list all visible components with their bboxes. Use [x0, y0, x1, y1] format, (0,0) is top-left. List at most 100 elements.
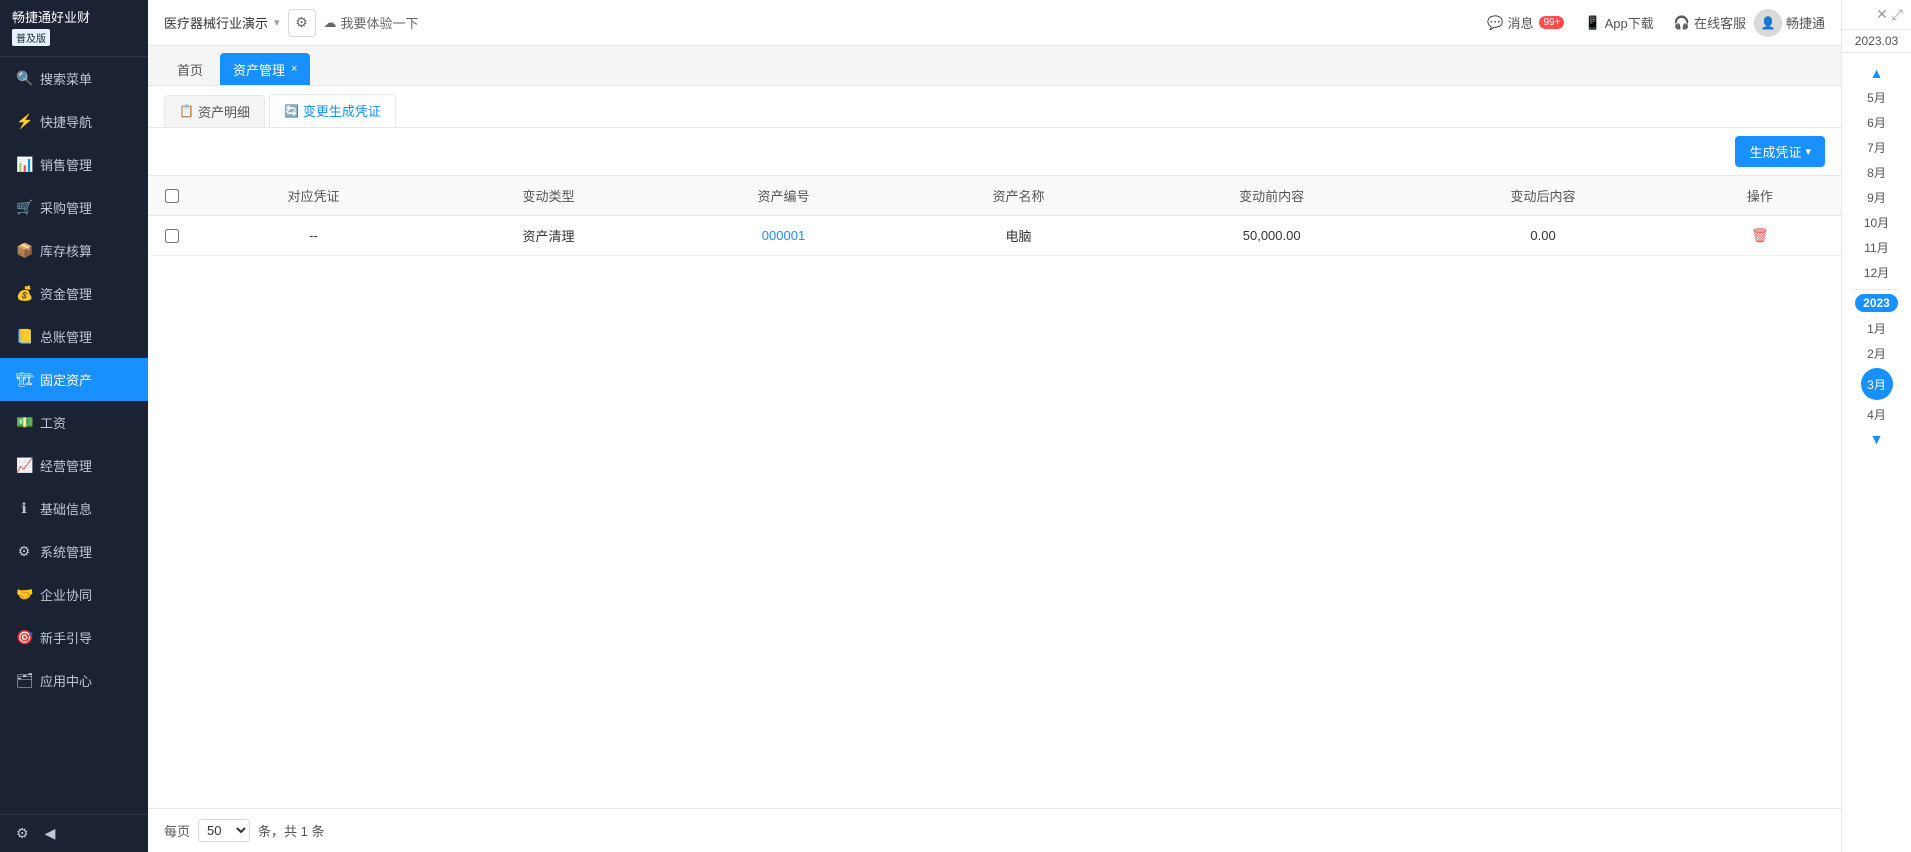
- customer-service-action[interactable]: 🎧 在线客服: [1674, 13, 1746, 32]
- sales-icon: 📊: [16, 156, 32, 173]
- year-badge-container: 2023: [1846, 294, 1907, 312]
- sidebar-item-guide[interactable]: 🎯 新手引导: [0, 616, 148, 659]
- sidebar-item-appstore[interactable]: 🗂 应用中心: [0, 659, 148, 702]
- sidebar-item-collab[interactable]: 🤝 企业协同: [0, 573, 148, 616]
- finance-icon: 💰: [16, 285, 32, 302]
- gear-icon: ⚙: [295, 14, 308, 31]
- appstore-icon: 🗂: [16, 672, 32, 689]
- ledger-icon: 📒: [16, 328, 32, 345]
- timeline-month-9[interactable]: 9月: [1846, 185, 1907, 210]
- page-content: 📋 资产明细 🔄 变更生成凭证 生成凭证 ▾: [148, 86, 1841, 852]
- app-name: 畅捷通好业财: [12, 10, 90, 27]
- row-after: 0.00: [1407, 216, 1678, 256]
- purchase-icon: 🛒: [16, 199, 32, 216]
- topnav-actions: 💬 消息 99+ 📱 App下载 🎧 在线客服: [1487, 13, 1746, 32]
- settings-bottom-icon[interactable]: ⚙: [16, 825, 29, 842]
- sidebar-item-sales[interactable]: 📊 销售管理: [0, 143, 148, 186]
- sidebar-item-system[interactable]: ⚙ 系统管理: [0, 530, 148, 573]
- payroll-icon: 💵: [16, 414, 32, 431]
- total-label: 条，共 1 条: [258, 821, 324, 840]
- timeline-month-2[interactable]: 2月: [1846, 341, 1907, 366]
- basicinfo-icon: ℹ: [16, 500, 32, 517]
- message-action[interactable]: 💬 消息 99+: [1487, 13, 1564, 32]
- timeline-nav-up[interactable]: ▲: [1846, 61, 1907, 85]
- year-badge[interactable]: 2023: [1855, 294, 1898, 312]
- content-toolbar: 生成凭证 ▾: [148, 128, 1841, 176]
- timeline-month-6[interactable]: 6月: [1846, 110, 1907, 135]
- company-selector[interactable]: 医疗器械行业演示 ▾: [164, 13, 280, 32]
- tab-asset-mgmt[interactable]: 资产管理 ×: [220, 53, 310, 85]
- sidebar-item-purchase[interactable]: 🛒 采购管理: [0, 186, 148, 229]
- generate-voucher-button[interactable]: 生成凭证 ▾: [1735, 136, 1825, 167]
- timeline-month-11[interactable]: 11月: [1846, 235, 1907, 260]
- col-after: 变动后内容: [1407, 176, 1678, 216]
- sidebar-item-payroll[interactable]: 💵 工资: [0, 401, 148, 444]
- sidebar-item-fixedassets[interactable]: 🏗 固定资产: [0, 358, 148, 401]
- change-icon: 🔄: [284, 104, 299, 118]
- sidebar-item-search[interactable]: 🔍 搜索菜单: [0, 57, 148, 100]
- sidebar-item-inventory[interactable]: 📦 库存核算: [0, 229, 148, 272]
- headset-icon: 🎧: [1674, 15, 1690, 31]
- timeline-month-5[interactable]: 5月: [1846, 85, 1907, 110]
- collab-icon: 🤝: [16, 586, 32, 603]
- tab-close-icon[interactable]: ×: [291, 63, 297, 75]
- sidebar-item-ledger[interactable]: 📒 总账管理: [0, 315, 148, 358]
- asset-table: 对应凭证 变动类型 资产编号 资产名称 变动前内容 变动后内容 操作: [148, 176, 1841, 256]
- guide-icon: 🎯: [16, 629, 32, 646]
- col-change-type: 变动类型: [431, 176, 666, 216]
- content-tabs: 📋 资产明细 🔄 变更生成凭证: [148, 86, 1841, 128]
- sidebar-bottom: ⚙ ◀: [0, 814, 148, 852]
- delete-icon[interactable]: 🗑: [1751, 227, 1769, 243]
- search-icon: 🔍: [16, 70, 32, 87]
- row-asset-no[interactable]: 000001: [666, 216, 901, 256]
- sidebar-item-operations[interactable]: 📈 经营管理: [0, 444, 148, 487]
- tab-asset-list[interactable]: 📋 资产明细: [164, 95, 265, 127]
- row-asset-name: 电脑: [901, 216, 1136, 256]
- timeline-month-7[interactable]: 7月: [1846, 135, 1907, 160]
- timeline-month-1[interactable]: 1月: [1846, 316, 1907, 341]
- app-badge: 普及版: [12, 29, 50, 46]
- right-panel: ✕ ⤢ 2023.03 ▲ 5月 6月 7月 8月 9月 10月 11月 12月…: [1841, 0, 1911, 852]
- per-page-select[interactable]: 10 20 50 100: [198, 819, 250, 842]
- active-month-container: 3月: [1846, 368, 1907, 400]
- user-menu[interactable]: 👤 畅捷通: [1754, 9, 1825, 37]
- timeline-header-year: 2023.03: [1842, 30, 1911, 53]
- sidebar-item-quicknav[interactable]: ⚡ 快捷导航: [0, 100, 148, 143]
- col-asset-name: 资产名称: [901, 176, 1136, 216]
- cloud-icon: ☁: [324, 15, 337, 31]
- row-checkbox-cell[interactable]: [148, 216, 196, 256]
- timeline: ▲ 5月 6月 7月 8月 9月 10月 11月 12月 2023 1月 2月 …: [1842, 53, 1911, 852]
- tab-change-voucher[interactable]: 🔄 变更生成凭证: [269, 94, 396, 127]
- timeline-month-8[interactable]: 8月: [1846, 160, 1907, 185]
- right-panel-close-icon[interactable]: ✕: [1876, 6, 1888, 23]
- experience-button[interactable]: ☁ 我要体验一下: [324, 13, 419, 32]
- sidebar-item-basicinfo[interactable]: ℹ 基础信息: [0, 487, 148, 530]
- collapse-icon[interactable]: ◀: [45, 825, 56, 842]
- col-checkbox[interactable]: [148, 176, 196, 216]
- table-row: -- 资产清理 000001 电脑 50,000.00 0.00 🗑: [148, 216, 1841, 256]
- settings-button[interactable]: ⚙: [288, 9, 316, 37]
- sidebar-item-finance[interactable]: 💰 资金管理: [0, 272, 148, 315]
- row-change-type: 资产清理: [431, 216, 666, 256]
- timeline-month-3-active[interactable]: 3月: [1861, 368, 1893, 400]
- company-name: 医疗器械行业演示: [164, 13, 268, 32]
- row-action-cell: 🗑: [1679, 216, 1841, 256]
- select-all-checkbox[interactable]: [165, 189, 179, 203]
- right-panel-expand-icon[interactable]: ⤢: [1892, 6, 1903, 23]
- sidebar-nav: 🔍 搜索菜单 ⚡ 快捷导航 📊 销售管理 🛒 采购管理 📦 库存核算 💰 资金管…: [0, 57, 148, 814]
- company-chevron: ▾: [274, 16, 280, 29]
- message-icon: 💬: [1487, 15, 1503, 31]
- timeline-month-12[interactable]: 12月: [1846, 260, 1907, 285]
- timeline-nav-down[interactable]: ▼: [1846, 427, 1907, 451]
- operations-icon: 📈: [16, 457, 32, 474]
- tab-home[interactable]: 首页: [164, 53, 216, 85]
- timeline-month-4[interactable]: 4月: [1846, 402, 1907, 427]
- tabbar: 首页 资产管理 ×: [148, 46, 1841, 86]
- app-download-action[interactable]: 📱 App下载: [1584, 13, 1653, 32]
- system-icon: ⚙: [16, 543, 32, 560]
- col-before: 变动前内容: [1136, 176, 1407, 216]
- timeline-month-10[interactable]: 10月: [1846, 210, 1907, 235]
- col-action: 操作: [1679, 176, 1841, 216]
- timeline-divider: [1854, 289, 1899, 290]
- row-checkbox[interactable]: [165, 229, 179, 243]
